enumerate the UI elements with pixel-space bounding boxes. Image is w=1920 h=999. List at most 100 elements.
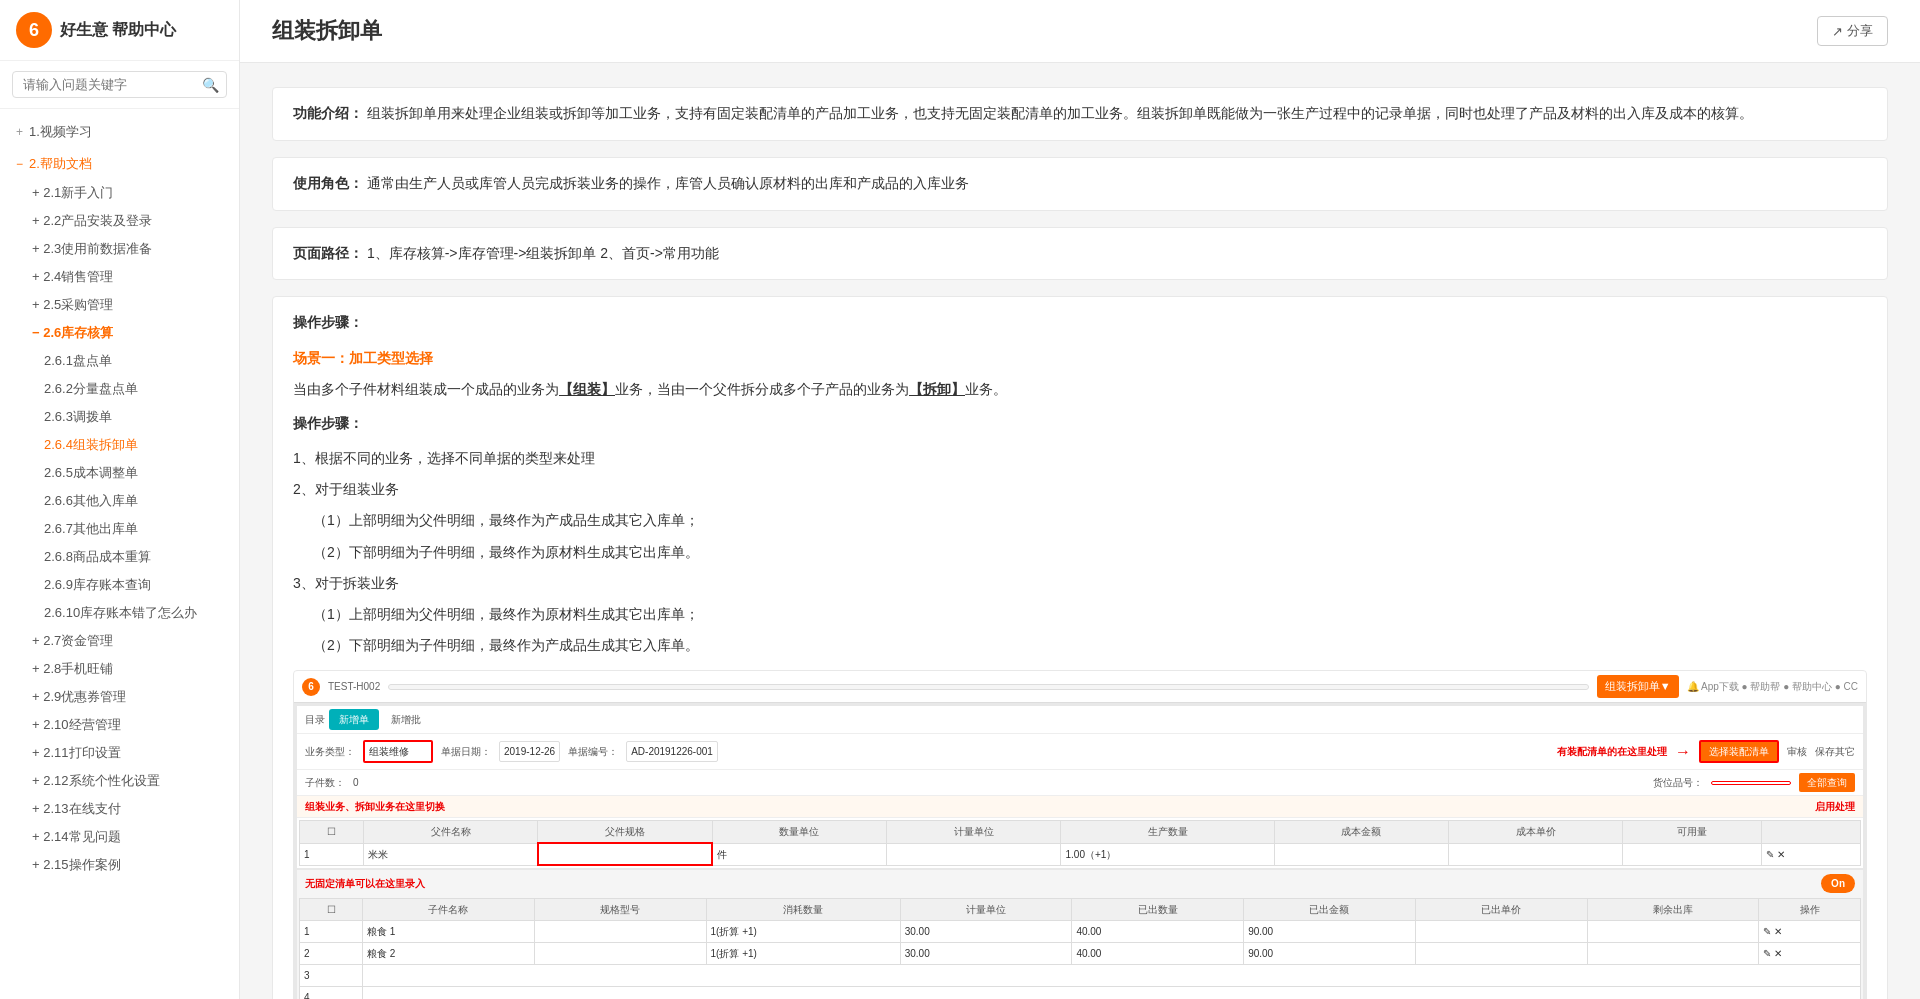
mock-sub-th-out-amt: 已出金额 [1244,899,1416,921]
step-2: 2、对于组装业务 [293,477,1867,502]
table-row: 2 粮食 2 1(折算 +1) 30.00 40.00 90.00 [300,943,1861,965]
mock-th-measure: 计量单位 [887,821,1061,844]
feature-intro-text: 组装拆卸单用来处理企业组装或拆卸等加工业务，支持有固定装配清单的产品加工业务，也… [367,105,1753,121]
sidebar-item-help-docs[interactable]: − 2.帮助文档 [0,149,239,179]
mock-sub-outprice1 [1415,921,1587,943]
sidebar-item-2-13[interactable]: + 2.13在线支付 [0,795,239,823]
sidebar-item-2-6-6[interactable]: 2.6.6其他入库单 [0,487,239,515]
mock-th-cost-amt: 成本金额 [1274,821,1448,844]
sidebar-item-2-6-8[interactable]: 2.6.8商品成本重算 [0,543,239,571]
sidebar-item-2-8[interactable]: + 2.8手机旺铺 [0,655,239,683]
sidebar: 6 好生意 帮助中心 🔍 + 1.视频学习 − 2.帮助文档 + 2.1新手入门 [0,0,240,999]
sidebar-item-2-9[interactable]: + 2.9优惠券管理 [0,683,239,711]
share-icon: ↗ [1832,24,1843,39]
mock-sub-unit2: 30.00 [900,943,1072,965]
mock-sub-th-spec: 规格型号 [534,899,706,921]
plus-icon: + [32,717,43,732]
mock-td-action: ✎ ✕ [1762,843,1861,865]
screenshot-container: 6 TEST-H002 组装拆卸单▼ 🔔 App下载 ● 帮助帮 ● 帮助中心 … [293,670,1867,999]
mock-sub-th-out-qty: 已出数量 [1072,899,1244,921]
sidebar-item-2-7[interactable]: + 2.7资金管理 [0,627,239,655]
sidebar-item-2-6-2[interactable]: 2.6.2分量盘点单 [0,375,239,403]
mock-sub-consume1: 1(折算 +1) [706,921,900,943]
mock-count-value: 0 [353,774,359,791]
ops-steps-label2: 操作步骤： [293,412,1867,436]
plus-icon: + [32,213,43,228]
sidebar-item-2-2[interactable]: + 2.2产品安装及登录 [0,207,239,235]
mock-url-label: TEST-H002 [328,678,380,695]
mock-sub-outamt2: 90.00 [1244,943,1416,965]
plus-icon: + [32,661,43,676]
path-intro-block: 页面路径： 1、库存核算->库存管理->组装拆卸单 2、首页->常用功能 [272,227,1888,281]
mock-td-measure [887,843,1061,865]
sidebar-item-video[interactable]: + 1.视频学习 [0,117,239,147]
content-header: 组装拆卸单 ↗ 分享 [240,0,1920,63]
plus-icon: + [32,689,43,704]
mock-sub-ops1: ✎ ✕ [1759,921,1861,943]
mock-sub-remain1 [1587,921,1759,943]
step-2-1: （1）上部明细为父件明细，最终作为产成品生成其它入库单； [313,508,1867,533]
sidebar-item-2-11[interactable]: + 2.11打印设置 [0,739,239,767]
mock-sub-empty3 [363,965,1861,987]
nav-sub-children-2-6: 2.6.1盘点单 2.6.2分量盘点单 2.6.3调拨单 2.6.4组装拆卸单 … [0,347,239,627]
mock-th-ops [1762,821,1861,844]
mock-td-price [1448,843,1622,865]
sidebar-item-2-6-9[interactable]: 2.6.9库存账本查询 [0,571,239,599]
plus-icon: + [32,745,43,760]
share-button[interactable]: ↗ 分享 [1817,16,1888,46]
sidebar-item-2-5[interactable]: + 2.5采购管理 [0,291,239,319]
mock-search-label: 货位品号： [1653,774,1703,791]
sidebar-item-2-10[interactable]: + 2.10经营管理 [0,711,239,739]
mock-sub-spec2 [534,943,706,965]
mock-td-qty: 1.00（+1） [1061,843,1274,865]
plus-icon: + [32,801,43,816]
sidebar-item-2-15[interactable]: + 2.15操作案例 [0,851,239,879]
scenario1-desc: 当由多个子件材料组装成一个成品的业务为【组装】业务，当由一个父件拆分成多个子产品… [293,377,1867,402]
sidebar-item-2-6-3[interactable]: 2.6.3调拨单 [0,403,239,431]
sidebar-item-2-12[interactable]: + 2.12系统个性化设置 [0,767,239,795]
nav-tree: + 1.视频学习 − 2.帮助文档 + 2.1新手入门 + 2.2产品安装及登录… [0,109,239,999]
sidebar-item-2-6-5[interactable]: 2.6.5成本调整单 [0,459,239,487]
mock-arrow1: → [1675,738,1691,765]
search-icon[interactable]: 🔍 [202,77,219,93]
sidebar-item-2-6-7[interactable]: 2.6.7其他出库单 [0,515,239,543]
sidebar-item-2-6-4[interactable]: 2.6.4组装拆卸单 [0,431,239,459]
sidebar-item-2-6-10[interactable]: 2.6.10库存账本错了怎么办 [0,599,239,627]
mock-td-spec [538,843,712,865]
step-3-1: （1）上部明细为父件明细，最终作为原材料生成其它出库单； [313,602,1867,627]
sidebar-item-2-1[interactable]: + 2.1新手入门 [0,179,239,207]
search-input[interactable] [12,71,227,98]
mock-logo-icon: 6 [302,678,320,696]
sidebar-item-2-3[interactable]: + 2.3使用前数据准备 [0,235,239,263]
mock-sub-th-out-price: 已出单价 [1415,899,1587,921]
mock-tab-list-icon: 目录 [305,711,325,728]
sidebar-item-2-6[interactable]: − 2.6库存核算 [0,319,239,347]
sidebar-item-2-4[interactable]: + 2.4销售管理 [0,263,239,291]
mock-sub-cb2: 2 [300,943,363,965]
sidebar-item-2-14[interactable]: + 2.14常见问题 [0,823,239,851]
mock-date-label: 单据日期： [441,743,491,760]
app-name: 好生意 帮助中心 [60,20,176,41]
plus-icon: + [32,185,43,200]
step-3-sub: （1）上部明细为父件明细，最终作为原材料生成其它出库单； （2）下部明细为子件明… [293,602,1867,658]
sidebar-item-2-6-1[interactable]: 2.6.1盘点单 [0,347,239,375]
minus-icon: − [32,325,43,340]
mock-sub-unit1: 30.00 [900,921,1072,943]
mock-annotation2: 组装业务、拆卸业务在这里切换 [305,798,445,815]
mock-biz-type-label: 业务类型： [305,743,355,760]
mock-main-table: ☐ 父件名称 父件规格 数量单位 计量单位 生产数量 成本金额 成本单价 可用量 [299,820,1861,866]
mock-sub-th-cb: ☐ [300,899,363,921]
plus-icon: + [32,829,43,844]
mock-no-label: 单据编号： [568,743,618,760]
mock-sub-cb3: 3 [300,965,363,987]
mock-sub-empty4 [363,987,1861,999]
page-title: 组装拆卸单 [272,16,382,46]
mock-sub-consume2: 1(折算 +1) [706,943,900,965]
feature-intro-block: 功能介绍： 组装拆卸单用来处理企业组装或拆卸等加工业务，支持有固定装配清单的产品… [272,87,1888,141]
mock-biz-type-value: 组装维修 [363,740,433,763]
path-intro-label: 页面路径： [293,245,363,261]
nav-section-1: + 1.视频学习 [0,117,239,147]
mock-td-name: 米米 [364,843,538,865]
plus-icon: + [32,297,43,312]
mock-annotation3: 启用处理 [1815,798,1855,815]
